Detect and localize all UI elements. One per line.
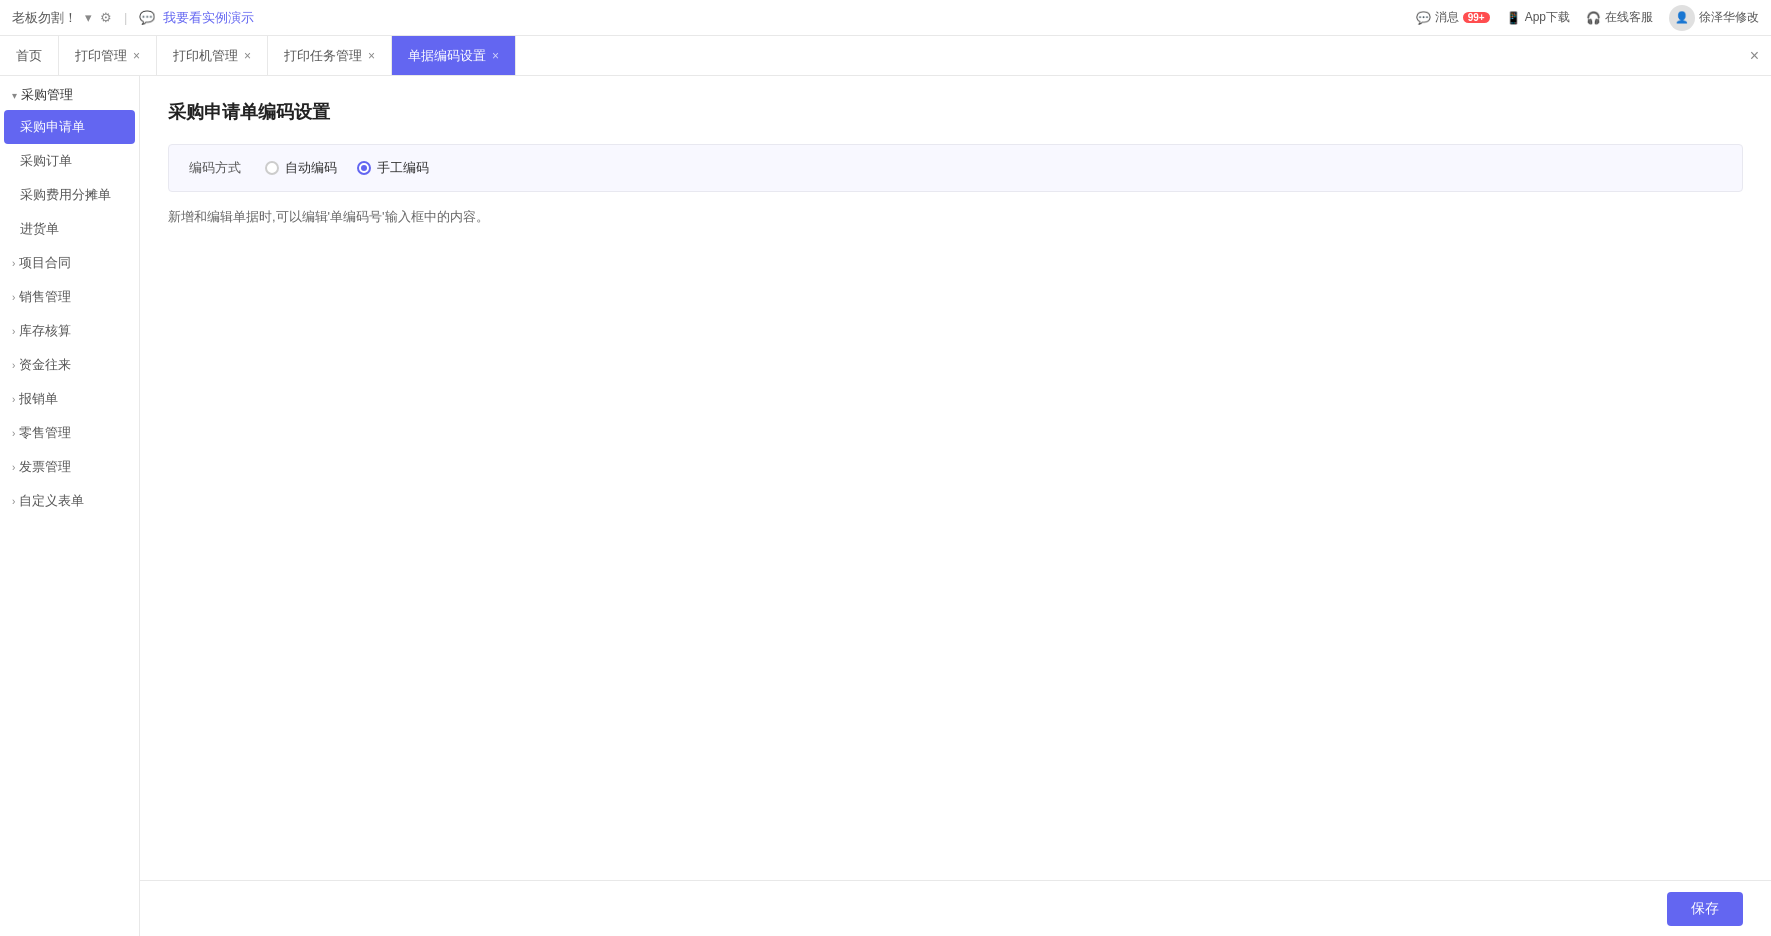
tab-printer-mgmt-label: 打印机管理: [173, 47, 238, 65]
coding-radio-group: 自动编码 手工编码: [265, 159, 429, 177]
purchase-expand-icon: ▾: [12, 90, 17, 101]
top-bar: 老板勿割！ ▾ ⚙ | 💬 我要看实例演示 💬 消息 99+ 📱 App下载 🎧…: [0, 0, 1771, 36]
brand-text: 老板勿割！: [12, 9, 77, 27]
sidebar-group-sales-return[interactable]: › 报销单: [0, 382, 139, 416]
phone-icon: 📱: [1506, 11, 1521, 25]
coding-method-label: 编码方式: [189, 159, 241, 177]
manual-code-radio[interactable]: 手工编码: [357, 159, 429, 177]
sidebar-group-inventory[interactable]: › 库存核算: [0, 314, 139, 348]
sidebar-group-purchase-label: 采购管理: [21, 86, 73, 104]
tab-bar-end: ×: [516, 36, 1771, 75]
demo-divider: |: [124, 10, 127, 25]
save-button[interactable]: 保存: [1667, 892, 1743, 926]
sidebar-group-capital-label: 资金往来: [19, 356, 71, 374]
online-service-label: 在线客服: [1605, 9, 1653, 26]
invoice-mgmt-expand-icon: ›: [12, 462, 15, 473]
auto-code-radio-circle: [265, 161, 279, 175]
sidebar-item-purchase-order[interactable]: 采购订单: [0, 144, 139, 178]
message-button[interactable]: 💬 消息 99+: [1416, 9, 1490, 26]
capital-expand-icon: ›: [12, 360, 15, 371]
tab-print-mgmt-close[interactable]: ×: [133, 49, 140, 63]
sidebar: ▾ 采购管理 采购申请单 采购订单 采购费用分摊单 进货单 › 项目合同 › 销…: [0, 76, 140, 936]
sidebar-item-inbound[interactable]: 进货单: [0, 212, 139, 246]
project-contract-expand-icon: ›: [12, 258, 15, 269]
sidebar-group-purchase[interactable]: ▾ 采购管理: [0, 76, 139, 110]
content-footer: 保存: [140, 880, 1771, 936]
sidebar-group-retail-mgmt[interactable]: › 零售管理: [0, 416, 139, 450]
content-area: 采购申请单编码设置 编码方式 自动编码 手工编码 新增和编辑单据时,可以编辑'单…: [140, 76, 1771, 936]
tab-barcode-settings-label: 单据编码设置: [408, 47, 486, 65]
sidebar-group-project-contract-label: 项目合同: [19, 254, 71, 272]
demo-icon: 💬: [139, 10, 155, 25]
sidebar-item-purchase-expense[interactable]: 采购费用分摊单: [0, 178, 139, 212]
tab-home[interactable]: 首页: [0, 36, 59, 75]
custom-form-expand-icon: ›: [12, 496, 15, 507]
tab-printer-mgmt[interactable]: 打印机管理 ×: [157, 36, 268, 75]
sidebar-item-inbound-label: 进货单: [20, 221, 59, 236]
headset-icon: 🎧: [1586, 11, 1601, 25]
message-label: 消息: [1435, 9, 1459, 26]
retail-mgmt-expand-icon: ›: [12, 428, 15, 439]
top-bar-right: 💬 消息 99+ 📱 App下载 🎧 在线客服 👤 徐泽华修改: [1416, 5, 1759, 31]
manual-code-radio-circle: [357, 161, 371, 175]
auto-code-radio[interactable]: 自动编码: [265, 159, 337, 177]
user-name: 徐泽华修改: [1699, 9, 1759, 26]
avatar: 👤: [1669, 5, 1695, 31]
top-bar-left: 老板勿割！ ▾ ⚙ | 💬 我要看实例演示: [12, 9, 254, 27]
tab-print-task-mgmt[interactable]: 打印任务管理 ×: [268, 36, 392, 75]
app-download-label: App下载: [1525, 9, 1570, 26]
sidebar-group-retail-mgmt-label: 零售管理: [19, 424, 71, 442]
dropdown-arrow-icon[interactable]: ▾: [85, 10, 92, 25]
tab-barcode-settings-close[interactable]: ×: [492, 49, 499, 63]
sidebar-item-purchase-expense-label: 采购费用分摊单: [20, 187, 111, 202]
sidebar-item-purchase-order-label: 采购订单: [20, 153, 72, 168]
sidebar-group-sales-mgmt-label: 销售管理: [19, 288, 71, 306]
sidebar-group-sales-mgmt[interactable]: › 销售管理: [0, 280, 139, 314]
content-inner: 采购申请单编码设置 编码方式 自动编码 手工编码 新增和编辑单据时,可以编辑'单…: [140, 76, 1771, 880]
page-title: 采购申请单编码设置: [168, 100, 1743, 124]
window-close-button[interactable]: ×: [1750, 47, 1759, 65]
sidebar-item-purchase-request[interactable]: 采购申请单: [4, 110, 135, 144]
sidebar-group-custom-form-label: 自定义表单: [19, 492, 84, 510]
sidebar-group-sales-return-label: 报销单: [19, 390, 58, 408]
auto-code-label: 自动编码: [285, 159, 337, 177]
sidebar-group-project-contract[interactable]: › 项目合同: [0, 246, 139, 280]
user-profile-button[interactable]: 👤 徐泽华修改: [1669, 5, 1759, 31]
tab-print-mgmt-label: 打印管理: [75, 47, 127, 65]
message-badge: 99+: [1463, 12, 1490, 23]
sidebar-item-purchase-request-label: 采购申请单: [20, 119, 85, 134]
message-icon: 💬: [1416, 11, 1431, 25]
inventory-expand-icon: ›: [12, 326, 15, 337]
manual-code-label: 手工编码: [377, 159, 429, 177]
sidebar-group-invoice-mgmt[interactable]: › 发票管理: [0, 450, 139, 484]
tab-home-label: 首页: [16, 47, 42, 65]
sidebar-group-custom-form[interactable]: › 自定义表单: [0, 484, 139, 518]
tab-printer-mgmt-close[interactable]: ×: [244, 49, 251, 63]
coding-section: 编码方式 自动编码 手工编码: [168, 144, 1743, 192]
tab-print-task-mgmt-label: 打印任务管理: [284, 47, 362, 65]
sales-mgmt-expand-icon: ›: [12, 292, 15, 303]
hint-text: 新增和编辑单据时,可以编辑'单编码号'输入框中的内容。: [168, 208, 1743, 226]
settings-icon[interactable]: ⚙: [100, 10, 112, 25]
sidebar-group-invoice-mgmt-label: 发票管理: [19, 458, 71, 476]
tab-print-mgmt[interactable]: 打印管理 ×: [59, 36, 157, 75]
tab-print-task-mgmt-close[interactable]: ×: [368, 49, 375, 63]
sidebar-group-capital[interactable]: › 资金往来: [0, 348, 139, 382]
sidebar-group-inventory-label: 库存核算: [19, 322, 71, 340]
app-download-button[interactable]: 📱 App下载: [1506, 9, 1570, 26]
main-layout: ▾ 采购管理 采购申请单 采购订单 采购费用分摊单 进货单 › 项目合同 › 销…: [0, 76, 1771, 936]
demo-text[interactable]: 我要看实例演示: [163, 9, 254, 27]
tab-barcode-settings[interactable]: 单据编码设置 ×: [392, 36, 516, 75]
online-service-button[interactable]: 🎧 在线客服: [1586, 9, 1653, 26]
tab-bar: 首页 打印管理 × 打印机管理 × 打印任务管理 × 单据编码设置 × ×: [0, 36, 1771, 76]
sales-return-expand-icon: ›: [12, 394, 15, 405]
